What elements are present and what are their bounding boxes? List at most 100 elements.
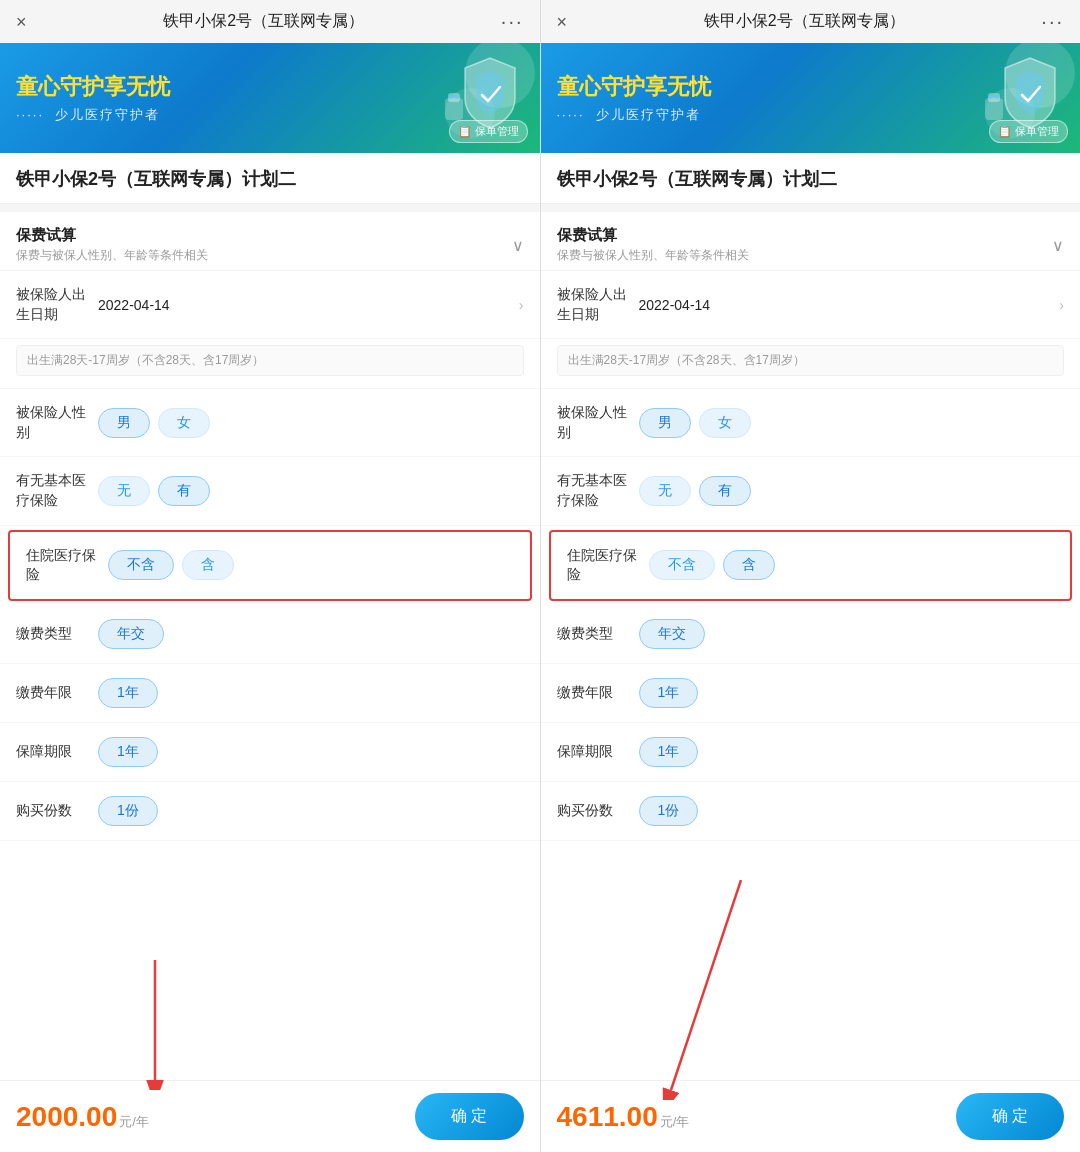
hospital-row-right: 住院医疗保险 不含 含	[551, 532, 1071, 599]
svg-point-5	[455, 95, 459, 99]
quantity-label-right: 购买份数	[557, 801, 627, 821]
payment-years-tags-right: 1年	[639, 678, 1065, 708]
birth-date-label-left: 被保险人出生日期	[16, 285, 86, 324]
medical-no-btn-left[interactable]: 无	[98, 476, 150, 506]
close-icon-right[interactable]: ×	[557, 13, 568, 31]
hospital-no-btn-right[interactable]: 不含	[649, 550, 715, 580]
hospital-no-btn-left[interactable]: 不含	[108, 550, 174, 580]
top-bar-left: × 铁甲小保2号（互联网专属） ···	[0, 0, 540, 43]
gender-label-left: 被保险人性别	[16, 403, 86, 442]
birth-date-value-right: 2022-04-14	[639, 297, 1048, 313]
coverage-row-right: 保障期限 1年	[541, 723, 1081, 782]
gender-female-btn-right[interactable]: 女	[699, 408, 751, 438]
badge-icon-right: 📋	[998, 125, 1012, 138]
hospital-tags-right: 不含 含	[649, 550, 1055, 580]
banner-text-left: 童心守护享无忧 ····· 少儿医疗守护者	[16, 72, 170, 124]
svg-point-13	[995, 95, 999, 99]
payment-1year-btn-right[interactable]: 1年	[639, 678, 699, 708]
price-display-left: 2000.00 元/年	[16, 1101, 149, 1133]
medical-yes-btn-left[interactable]: 有	[158, 476, 210, 506]
banner-right: 童心守护享无忧 ····· 少儿医疗守护者 📋 保单管理	[541, 43, 1081, 153]
birth-date-label-right: 被保险人出生日期	[557, 285, 627, 324]
birth-hint-row-left: 出生满28天-17周岁（不含28天、含17周岁）	[0, 339, 540, 389]
gender-row-left: 被保险人性别 男 女	[0, 389, 540, 457]
gender-label-right: 被保险人性别	[557, 403, 627, 442]
payment-type-row-left: 缴费类型 年交	[0, 605, 540, 664]
gender-tags-left: 男 女	[98, 408, 524, 438]
close-icon-left[interactable]: ×	[16, 13, 27, 31]
arrow-right	[641, 880, 761, 1100]
payment-years-label-right: 缴费年限	[557, 683, 627, 703]
hospital-label-right: 住院医疗保险	[567, 546, 637, 585]
payment-annual-btn-left[interactable]: 年交	[98, 619, 164, 649]
birth-hint-text-left: 出生满28天-17周岁（不含28天、含17周岁）	[16, 345, 524, 376]
badge-icon-left: 📋	[458, 125, 472, 138]
more-icon-left[interactable]: ···	[501, 10, 524, 33]
birth-date-row-left[interactable]: 被保险人出生日期 2022-04-14 ›	[0, 271, 540, 339]
more-icon-right[interactable]: ···	[1041, 10, 1064, 33]
bottom-area-left: 2000.00 元/年 确 定	[0, 1080, 540, 1152]
price-amount-right: 4611.00	[557, 1101, 658, 1133]
confirm-btn-right[interactable]: 确 定	[956, 1093, 1064, 1140]
payment-type-label-right: 缴费类型	[557, 624, 627, 644]
medical-tags-right: 无 有	[639, 476, 1065, 506]
payment-type-row-right: 缴费类型 年交	[541, 605, 1081, 664]
hospital-yes-btn-left[interactable]: 含	[182, 550, 234, 580]
svg-point-4	[449, 95, 453, 99]
confirm-btn-left[interactable]: 确 定	[415, 1093, 523, 1140]
gender-tags-right: 男 女	[639, 408, 1065, 438]
payment-years-row-right: 缴费年限 1年	[541, 664, 1081, 723]
coverage-1year-btn-right[interactable]: 1年	[639, 737, 699, 767]
bottom-area-right: 4611.00 元/年 确 定	[541, 1080, 1081, 1152]
banner-subtitle-left: ····· 少儿医疗守护者	[16, 106, 170, 124]
banner-title-right: 童心守护享无忧	[557, 72, 711, 102]
birth-date-arrow-left: ›	[519, 297, 524, 313]
quantity-1-btn-right[interactable]: 1份	[639, 796, 699, 826]
coverage-tags-left: 1年	[98, 737, 524, 767]
bottom-bar-right: 4611.00 元/年 确 定	[541, 1080, 1081, 1152]
form-section-right: 保费试算 保费与被保人性别、年龄等条件相关 ∨ 被保险人出生日期 2022-04…	[541, 212, 1081, 1080]
badge-manage-left[interactable]: 📋 保单管理	[449, 120, 528, 143]
medical-label-left: 有无基本医疗保险	[16, 471, 86, 510]
price-amount-left: 2000.00	[16, 1101, 117, 1133]
medical-row-left: 有无基本医疗保险 无 有	[0, 457, 540, 525]
birth-date-value-left: 2022-04-14	[98, 297, 507, 313]
coverage-label-right: 保障期限	[557, 742, 627, 762]
page-title-right: 铁甲小保2号（互联网专属）	[575, 11, 1033, 32]
product-title-right: 铁甲小保2号（互联网专属）计划二	[541, 153, 1081, 204]
coverage-tags-right: 1年	[639, 737, 1065, 767]
svg-line-15	[671, 880, 741, 1090]
form-section-left: 保费试算 保费与被保人性别、年龄等条件相关 ∨ 被保险人出生日期 2022-04…	[0, 212, 540, 1080]
payment-annual-btn-right[interactable]: 年交	[639, 619, 705, 649]
birth-date-arrow-right: ›	[1059, 297, 1064, 313]
chevron-icon-right[interactable]: ∨	[1052, 236, 1064, 255]
birth-hint-text-right: 出生满28天-17周岁（不含28天、含17周岁）	[557, 345, 1065, 376]
medical-row-right: 有无基本医疗保险 无 有	[541, 457, 1081, 525]
gender-male-btn-left[interactable]: 男	[98, 408, 150, 438]
payment-years-row-left: 缴费年限 1年	[0, 664, 540, 723]
chevron-icon-left[interactable]: ∨	[512, 236, 524, 255]
medical-no-btn-right[interactable]: 无	[639, 476, 691, 506]
birth-date-row-right[interactable]: 被保险人出生日期 2022-04-14 ›	[541, 271, 1081, 339]
gender-male-btn-right[interactable]: 男	[639, 408, 691, 438]
medical-yes-btn-right[interactable]: 有	[699, 476, 751, 506]
banner-subtitle-right: ····· 少儿医疗守护者	[557, 106, 711, 124]
quantity-label-left: 购买份数	[16, 801, 86, 821]
banner-title-left: 童心守护享无忧	[16, 72, 170, 102]
hospital-yes-btn-right[interactable]: 含	[723, 550, 775, 580]
gender-female-btn-left[interactable]: 女	[158, 408, 210, 438]
top-bar-right: × 铁甲小保2号（互联网专属） ···	[541, 0, 1081, 43]
calc-title-left: 保费试算	[16, 226, 208, 245]
badge-manage-right[interactable]: 📋 保单管理	[989, 120, 1068, 143]
coverage-1year-btn-left[interactable]: 1年	[98, 737, 158, 767]
calc-subtitle-left: 保费与被保人性别、年龄等条件相关	[16, 247, 208, 264]
price-display-right: 4611.00 元/年	[557, 1101, 690, 1133]
payment-1year-btn-left[interactable]: 1年	[98, 678, 158, 708]
payment-years-tags-left: 1年	[98, 678, 524, 708]
birth-hint-row-right: 出生满28天-17周岁（不含28天、含17周岁）	[541, 339, 1081, 389]
arrow-left	[135, 960, 175, 1090]
svg-point-12	[989, 95, 993, 99]
page-title-left: 铁甲小保2号（互联网专属）	[35, 11, 493, 32]
hospital-label-left: 住院医疗保险	[26, 546, 96, 585]
quantity-1-btn-left[interactable]: 1份	[98, 796, 158, 826]
